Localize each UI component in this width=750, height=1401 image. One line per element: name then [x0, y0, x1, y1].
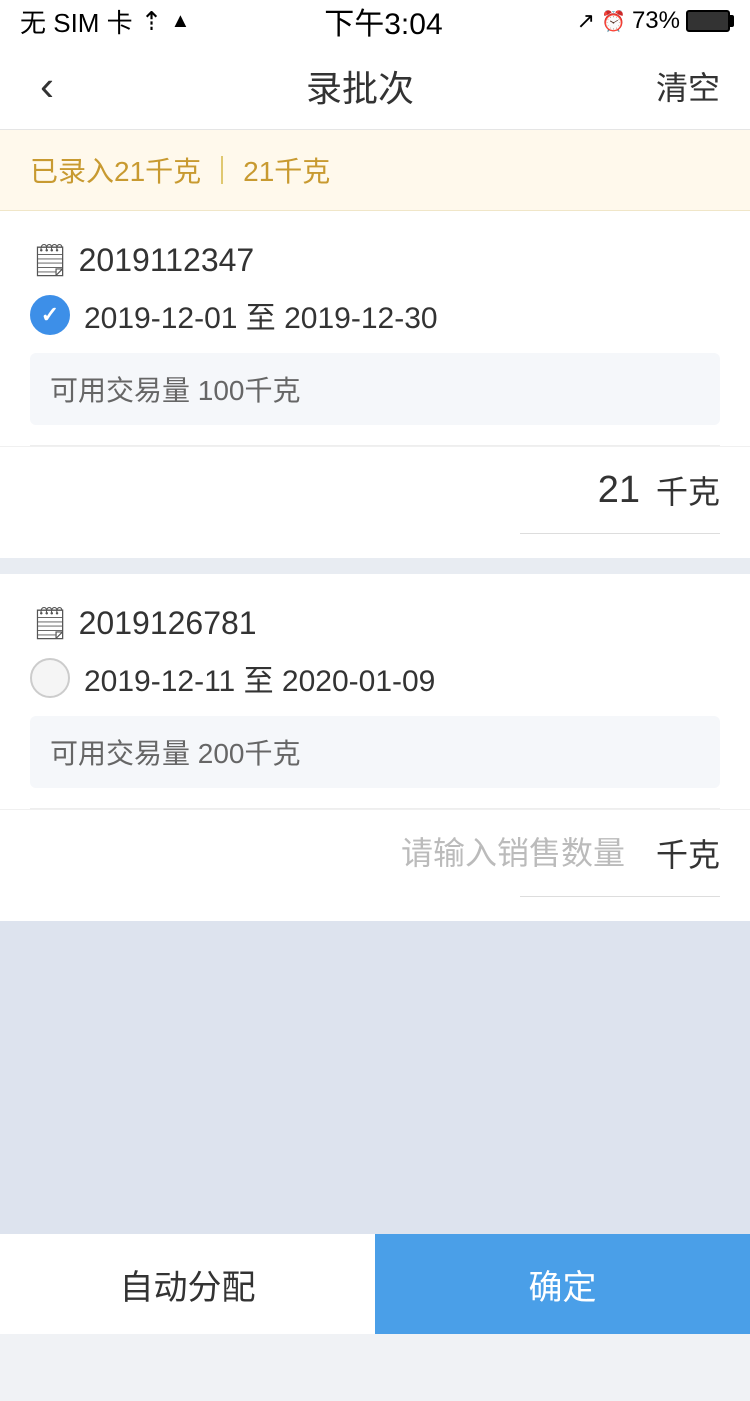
carrier-label: 无 SIM 卡	[20, 3, 133, 40]
batch2-available-qty: 可用交易量 200千克	[30, 716, 720, 788]
status-left: 无 SIM 卡 ⇡ ▲	[20, 3, 190, 40]
batch2-underline-line	[520, 896, 720, 897]
batch2-underline	[0, 896, 750, 897]
batch2-id-row: 🗒 2019126781	[30, 604, 720, 642]
batch2-date: 2019-12-11 至 2020-01-09	[84, 656, 435, 700]
status-bar: 无 SIM 卡 ⇡ ▲ 下午3:04 ↗ ⏰ 73%	[0, 0, 750, 42]
batch2-available-text: 可用交易量 200千克	[50, 738, 301, 769]
back-button[interactable]: ‹	[30, 52, 64, 120]
batch1-date: 2019-12-01 至 2019-12-30	[84, 293, 438, 337]
batch1-id: 2019112347	[79, 242, 255, 279]
batch1-id-row: 🗒 2019112347	[30, 241, 720, 279]
batch-card-2-inner: 🗒 2019126781 2019-12-11 至 2020-01-09 可用交…	[0, 574, 750, 788]
batch2-icon: 🗒	[30, 604, 71, 642]
wifi-signal-icon: ▲	[170, 10, 190, 33]
batch-card-1-inner: 🗒 2019112347 2019-12-01 至 2019-12-30 可用交…	[0, 211, 750, 425]
page-content: 已录入21千克 21千克 🗒 2019112347 2019-12-01 至 2…	[0, 130, 750, 1401]
recorded-amount-label: 已录入21千克	[30, 150, 201, 190]
bottom-bar: 自动分配 确定	[0, 1234, 750, 1334]
batch-card-1: 🗒 2019112347 2019-12-01 至 2019-12-30 可用交…	[0, 211, 750, 558]
batch1-underline-line	[520, 533, 720, 534]
page-title: 录批次	[306, 60, 414, 112]
alarm-icon: ⏰	[601, 9, 626, 34]
batch2-qty-input[interactable]	[220, 835, 640, 872]
status-right: ↗ ⏰ 73%	[577, 7, 730, 35]
batch1-amount-row: 21 千克	[0, 446, 750, 533]
batch2-id: 2019126781	[79, 605, 257, 642]
auto-distribute-button[interactable]: 自动分配	[0, 1234, 375, 1334]
location-icon: ↗	[577, 8, 595, 34]
info-banner: 已录入21千克 21千克	[0, 130, 750, 211]
batch1-available-qty: 可用交易量 100千克	[30, 353, 720, 425]
batch1-icon: 🗒	[30, 241, 71, 279]
batch1-underline	[0, 533, 750, 534]
batch2-unit: 千克	[656, 830, 720, 876]
batch1-date-row[interactable]: 2019-12-01 至 2019-12-30	[30, 293, 720, 337]
wifi-icon: ⇡	[141, 6, 163, 37]
batch2-radio[interactable]	[30, 658, 70, 698]
clear-button[interactable]: 清空	[656, 63, 720, 109]
info-divider	[221, 156, 223, 184]
batch-card-2: 🗒 2019126781 2019-12-11 至 2020-01-09 可用交…	[0, 574, 750, 921]
batch2-input-row: 千克	[0, 809, 750, 896]
recorded-amount-value: 21千克	[243, 150, 330, 190]
nav-bar: ‹ 录批次 清空	[0, 42, 750, 130]
confirm-button[interactable]: 确定	[375, 1234, 750, 1334]
status-time: 下午3:04	[324, 0, 442, 43]
batch1-radio[interactable]	[30, 295, 70, 335]
section-divider	[0, 558, 750, 574]
batch1-amount-value: 21	[598, 469, 640, 512]
battery-icon	[686, 10, 730, 32]
battery-percent: 73%	[632, 7, 680, 35]
batch2-date-row[interactable]: 2019-12-11 至 2020-01-09	[30, 656, 720, 700]
batch1-amount-unit: 千克	[656, 467, 720, 513]
batch1-available-text: 可用交易量 100千克	[50, 375, 301, 406]
